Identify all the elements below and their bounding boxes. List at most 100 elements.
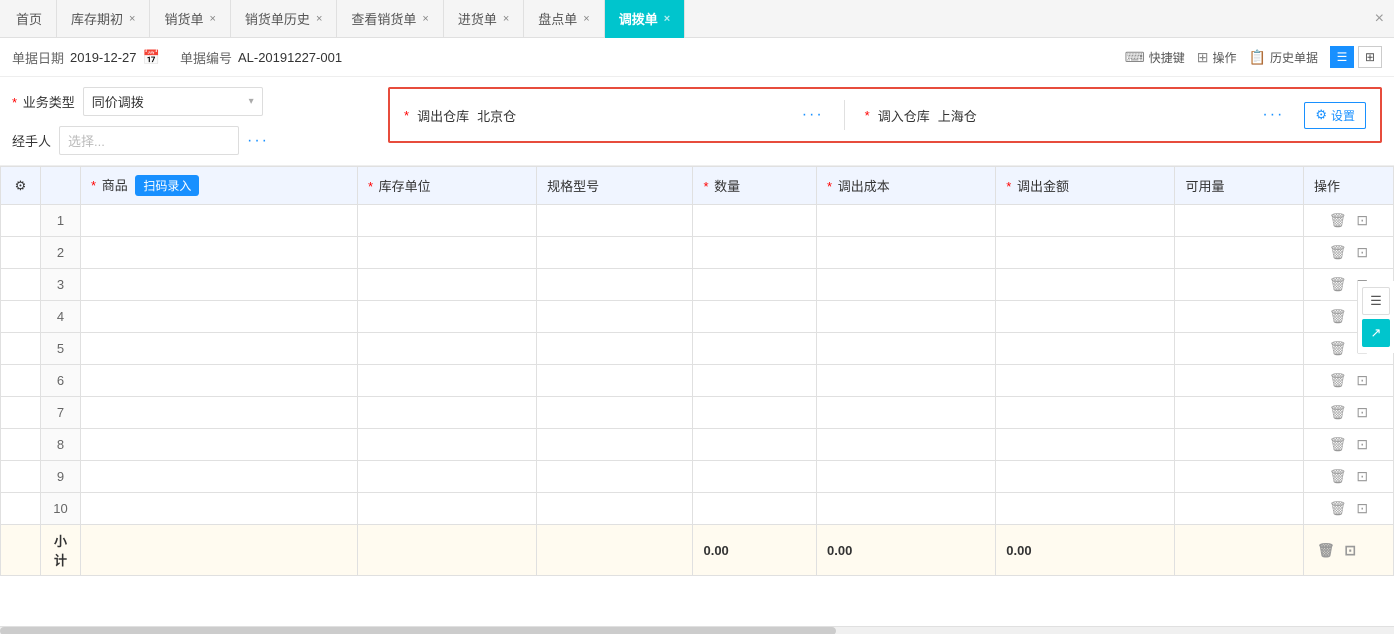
row-copy-icon[interactable]: ⊡ <box>1356 372 1368 388</box>
row-unit-cell[interactable] <box>357 493 536 525</box>
tab-view-sales[interactable]: 查看销货单 × <box>337 0 443 38</box>
summary-delete-icon[interactable]: 🗑 <box>1317 542 1335 558</box>
tab-purchase-order-close[interactable]: × <box>503 13 509 25</box>
row-available-cell[interactable] <box>1175 333 1304 365</box>
row-spec-cell[interactable] <box>537 333 693 365</box>
row-cost-cell[interactable] <box>817 333 996 365</box>
row-amount-cell[interactable] <box>996 365 1175 397</box>
row-delete-icon[interactable]: 🗑 <box>1329 436 1347 452</box>
handler-more-icon[interactable]: ··· <box>247 132 269 150</box>
row-cost-cell[interactable] <box>817 461 996 493</box>
row-unit-cell[interactable] <box>357 429 536 461</box>
row-delete-icon[interactable]: 🗑 <box>1329 244 1347 260</box>
horizontal-scrollbar[interactable] <box>0 626 1394 634</box>
col-gear[interactable]: ⚙ <box>1 167 41 205</box>
row-spec-cell[interactable] <box>537 429 693 461</box>
row-quantity-cell[interactable] <box>693 205 817 237</box>
row-available-cell[interactable] <box>1175 397 1304 429</box>
row-spec-cell[interactable] <box>537 269 693 301</box>
row-amount-cell[interactable] <box>996 269 1175 301</box>
tab-sales-history[interactable]: 销货单历史 × <box>231 0 337 38</box>
tab-sales-order[interactable]: 销货单 × <box>150 0 230 38</box>
row-delete-icon[interactable]: 🗑 <box>1329 308 1347 324</box>
row-spec-cell[interactable] <box>537 493 693 525</box>
side-tool-export[interactable]: ↗ <box>1362 319 1390 347</box>
transfer-out-value[interactable]: 北京仓 <box>477 106 794 125</box>
summary-copy-icon[interactable]: ⊡ <box>1344 542 1356 558</box>
row-amount-cell[interactable] <box>996 429 1175 461</box>
tab-inventory-init[interactable]: 库存期初 × <box>57 0 150 38</box>
row-unit-cell[interactable] <box>357 461 536 493</box>
row-cost-cell[interactable] <box>817 493 996 525</box>
row-product-cell[interactable] <box>81 237 358 269</box>
row-unit-cell[interactable] <box>357 269 536 301</box>
row-product-cell[interactable] <box>81 333 358 365</box>
transfer-in-value[interactable]: 上海仓 <box>938 106 1255 125</box>
handler-select[interactable]: 选择... <box>59 126 239 155</box>
row-amount-cell[interactable] <box>996 333 1175 365</box>
row-cost-cell[interactable] <box>817 397 996 429</box>
transfer-out-more-icon[interactable]: ··· <box>802 106 824 124</box>
row-quantity-cell[interactable] <box>693 301 817 333</box>
row-available-cell[interactable] <box>1175 365 1304 397</box>
tab-sales-history-close[interactable]: × <box>316 13 322 25</box>
scroll-thumb[interactable] <box>0 627 836 634</box>
tab-sales-order-close[interactable]: × <box>209 13 215 25</box>
row-delete-icon[interactable]: 🗑 <box>1329 468 1347 484</box>
row-available-cell[interactable] <box>1175 493 1304 525</box>
biz-type-select[interactable]: 同价调拨 ▾ <box>83 87 263 116</box>
row-spec-cell[interactable] <box>537 397 693 429</box>
row-spec-cell[interactable] <box>537 301 693 333</box>
row-copy-icon[interactable]: ⊡ <box>1356 436 1368 452</box>
row-amount-cell[interactable] <box>996 493 1175 525</box>
tab-view-sales-close[interactable]: × <box>422 13 428 25</box>
tab-purchase-order[interactable]: 进货单 × <box>444 0 524 38</box>
row-unit-cell[interactable] <box>357 365 536 397</box>
row-spec-cell[interactable] <box>537 461 693 493</box>
row-unit-cell[interactable] <box>357 205 536 237</box>
history-button[interactable]: 📋 历史单据 <box>1249 49 1318 66</box>
row-delete-icon[interactable]: 🗑 <box>1329 500 1347 516</box>
row-available-cell[interactable] <box>1175 205 1304 237</box>
settings-button[interactable]: ⚙ 设置 <box>1304 102 1366 129</box>
row-unit-cell[interactable] <box>357 333 536 365</box>
row-copy-icon[interactable]: ⊡ <box>1356 500 1368 516</box>
row-delete-icon[interactable]: 🗑 <box>1329 340 1347 356</box>
operate-button[interactable]: ⊞ 操作 <box>1197 49 1237 66</box>
row-available-cell[interactable] <box>1175 301 1304 333</box>
tab-inventory-init-close[interactable]: × <box>129 13 135 25</box>
row-spec-cell[interactable] <box>537 365 693 397</box>
row-cost-cell[interactable] <box>817 301 996 333</box>
row-unit-cell[interactable] <box>357 237 536 269</box>
row-copy-icon[interactable]: ⊡ <box>1356 468 1368 484</box>
row-product-cell[interactable] <box>81 301 358 333</box>
row-cost-cell[interactable] <box>817 237 996 269</box>
transfer-in-more-icon[interactable]: ··· <box>1262 106 1284 124</box>
row-amount-cell[interactable] <box>996 301 1175 333</box>
doc-date-value[interactable]: 2019-12-27 <box>70 50 137 65</box>
row-amount-cell[interactable] <box>996 397 1175 429</box>
window-close-button[interactable]: × <box>1375 10 1384 28</box>
row-product-cell[interactable] <box>81 429 358 461</box>
row-delete-icon[interactable]: 🗑 <box>1329 404 1347 420</box>
row-amount-cell[interactable] <box>996 237 1175 269</box>
side-tool-list[interactable]: ☰ <box>1362 287 1390 315</box>
row-quantity-cell[interactable] <box>693 333 817 365</box>
row-spec-cell[interactable] <box>537 237 693 269</box>
row-quantity-cell[interactable] <box>693 269 817 301</box>
tab-stocktake[interactable]: 盘点单 × <box>524 0 604 38</box>
row-product-cell[interactable] <box>81 365 358 397</box>
row-product-cell[interactable] <box>81 461 358 493</box>
row-product-cell[interactable] <box>81 397 358 429</box>
row-cost-cell[interactable] <box>817 269 996 301</box>
row-quantity-cell[interactable] <box>693 365 817 397</box>
tab-transfer-order[interactable]: 调拨单 × <box>605 0 685 38</box>
row-copy-icon[interactable]: ⊡ <box>1356 404 1368 420</box>
tab-stocktake-close[interactable]: × <box>583 13 589 25</box>
row-available-cell[interactable] <box>1175 429 1304 461</box>
row-delete-icon[interactable]: 🗑 <box>1329 276 1347 292</box>
row-cost-cell[interactable] <box>817 429 996 461</box>
row-available-cell[interactable] <box>1175 461 1304 493</box>
row-available-cell[interactable] <box>1175 237 1304 269</box>
row-product-cell[interactable] <box>81 205 358 237</box>
